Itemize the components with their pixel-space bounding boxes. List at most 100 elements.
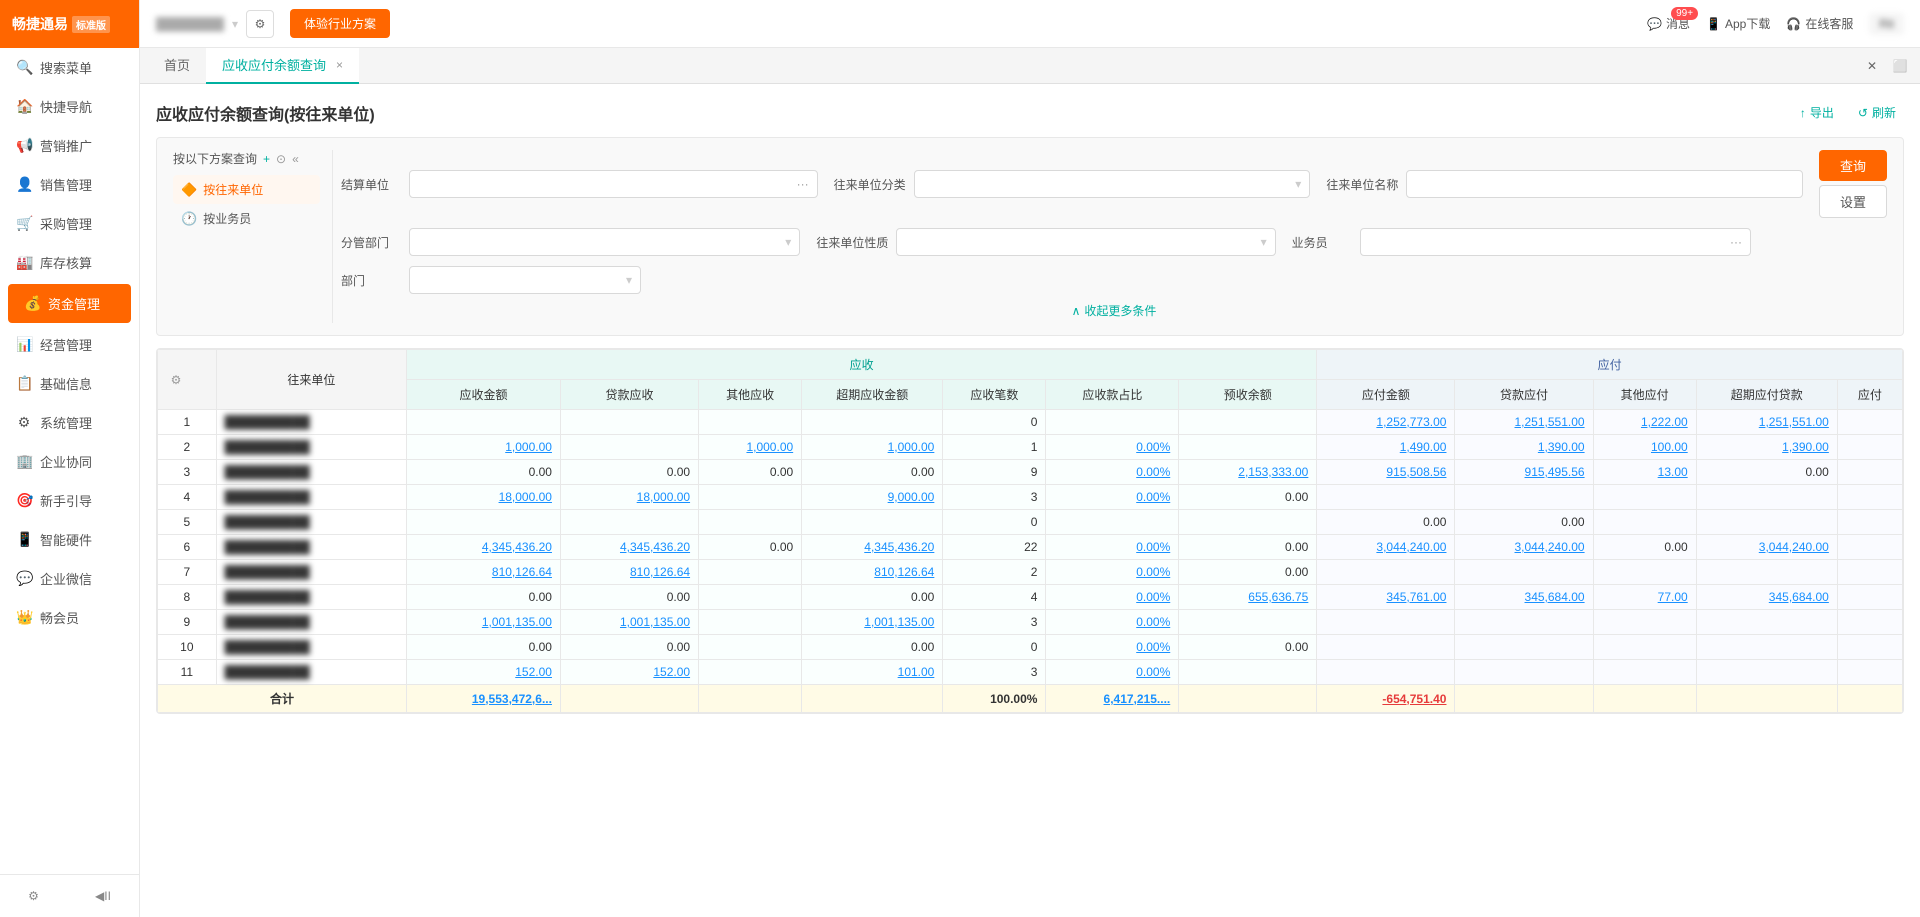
cell-ar_prepaid[interactable]: 2,153,333.00 [1179, 460, 1317, 485]
app-download-btn[interactable]: 📱 App下载 [1706, 15, 1770, 32]
value-link[interactable]: 1,000.00 [505, 440, 552, 454]
value-link[interactable]: 1,001,135.00 [864, 615, 934, 629]
collapse-btn[interactable]: ∧ 收起更多条件 [341, 298, 1887, 323]
value-link[interactable]: 9,000.00 [888, 490, 935, 504]
cell-ap_loan[interactable]: 1,390.00 [1455, 435, 1593, 460]
value-link[interactable]: 0.00% [1136, 465, 1170, 479]
cell-ar_amount[interactable]: 152.00 [406, 660, 560, 685]
add-scheme-btn[interactable]: + [263, 152, 270, 166]
value-link[interactable]: 0.00% [1136, 615, 1170, 629]
cell-ar_amount[interactable]: 810,126.64 [406, 560, 560, 585]
cell-ap_amount[interactable]: 915,508.56 [1317, 460, 1455, 485]
sidebar-item-quick-nav[interactable]: 🏠快捷导航 [0, 87, 139, 126]
cell-ap_other[interactable]: 1,222.00 [1593, 410, 1696, 435]
cell-ap_loan[interactable]: 3,044,240.00 [1455, 535, 1593, 560]
cell-ar_ratio[interactable]: 0.00% [1046, 635, 1179, 660]
cell-ar_ratio[interactable]: 0.00% [1046, 585, 1179, 610]
notification-btn[interactable]: 💬 消息 99+ [1647, 15, 1690, 32]
value-link[interactable]: 1,390.00 [1538, 440, 1585, 454]
cell-ar_ratio[interactable]: 0.00% [1046, 660, 1179, 685]
query-btn[interactable]: 查询 [1819, 150, 1887, 181]
sidebar-item-sales[interactable]: 👤销售管理 [0, 165, 139, 204]
value-link[interactable]: 810,126.64 [492, 565, 552, 579]
cell-ar_ratio[interactable]: 0.00% [1046, 485, 1179, 510]
cell-ar_prepaid[interactable]: 655,636.75 [1179, 585, 1317, 610]
dept-manager-input[interactable]: ▾ [409, 228, 800, 256]
sidebar-item-basic[interactable]: 📋基础信息 [0, 364, 139, 403]
industry-solution-btn[interactable]: 体验行业方案 [290, 9, 390, 38]
tab-close-ar-ap-query[interactable]: × [336, 58, 343, 72]
cell-ar_overdue[interactable]: 101.00 [802, 660, 943, 685]
partner-name-input[interactable] [1406, 170, 1803, 198]
value-link[interactable]: 18,000.00 [499, 490, 552, 504]
cell-ar_overdue[interactable]: 1,001,135.00 [802, 610, 943, 635]
online-service-btn[interactable]: 🎧 在线客服 [1786, 15, 1853, 32]
value-link[interactable]: 655,636.75 [1248, 590, 1308, 604]
tab-ar-ap-query[interactable]: 应收应付余额查询× [206, 48, 359, 84]
value-link[interactable]: 810,126.64 [874, 565, 934, 579]
cell-ap_loan[interactable]: 1,251,551.00 [1455, 410, 1593, 435]
value-link[interactable]: 18,000.00 [637, 490, 690, 504]
cell-ar_overdue[interactable]: 810,126.64 [802, 560, 943, 585]
cell-ar_overdue[interactable]: 1,000.00 [802, 435, 943, 460]
cell-ar_loan[interactable]: 810,126.64 [560, 560, 698, 585]
sidebar-item-smart[interactable]: 📱智能硬件 [0, 520, 139, 559]
value-link[interactable]: 1,251,551.00 [1515, 415, 1585, 429]
refresh-btn[interactable]: ↺ 刷新 [1850, 100, 1904, 125]
value-link[interactable]: 152.00 [515, 665, 552, 679]
tab-home[interactable]: 首页 [148, 48, 206, 84]
cell-ap_other[interactable]: 13.00 [1593, 460, 1696, 485]
value-link[interactable]: 0.00% [1136, 490, 1170, 504]
settings-gear-btn[interactable]: ⚙ [246, 10, 274, 38]
value-link[interactable]: 1,222.00 [1641, 415, 1688, 429]
cell-ap_amount[interactable]: 1,490.00 [1317, 435, 1455, 460]
value-link[interactable]: 0.00% [1136, 665, 1170, 679]
sidebar-settings-btn[interactable]: ⚙ [16, 883, 51, 909]
scheme-collapse-btn[interactable]: « [292, 152, 299, 166]
value-link[interactable]: 345,761.00 [1386, 590, 1446, 604]
cell-ar_ratio[interactable]: 0.00% [1046, 560, 1179, 585]
sidebar-item-system[interactable]: ⚙系统管理 [0, 403, 139, 442]
value-link[interactable]: 100.00 [1651, 440, 1688, 454]
value-link[interactable]: 3,044,240.00 [1759, 540, 1829, 554]
value-link[interactable]: 810,126.64 [630, 565, 690, 579]
value-link[interactable]: 1,001,135.00 [482, 615, 552, 629]
cell-ap_amount[interactable]: 345,761.00 [1317, 585, 1455, 610]
cell-ap_loan[interactable]: 345,684.00 [1455, 585, 1593, 610]
footer-cell[interactable]: 19,553,472,6... [406, 685, 560, 713]
tab-maximize-btn[interactable]: ⬜ [1888, 54, 1912, 78]
cell-ap_loan[interactable]: 915,495.56 [1455, 460, 1593, 485]
settlement-unit-input[interactable]: ··· [409, 170, 818, 198]
value-link[interactable]: 345,684.00 [1525, 590, 1585, 604]
cell-ar_loan[interactable]: 18,000.00 [560, 485, 698, 510]
value-link[interactable]: 77.00 [1658, 590, 1688, 604]
cell-ar_ratio[interactable]: 0.00% [1046, 610, 1179, 635]
cell-ap_amount[interactable]: 1,252,773.00 [1317, 410, 1455, 435]
value-link[interactable]: 1,000.00 [888, 440, 935, 454]
value-link[interactable]: 152.00 [653, 665, 690, 679]
cell-ar_ratio[interactable]: 0.00% [1046, 460, 1179, 485]
sidebar-collapse-btn[interactable]: ◀II [83, 883, 123, 909]
value-link[interactable]: 0.00% [1136, 640, 1170, 654]
value-link[interactable]: 4,345,436.20 [482, 540, 552, 554]
value-link[interactable]: 0.00% [1136, 565, 1170, 579]
cell-ap_overdue[interactable]: 345,684.00 [1696, 585, 1837, 610]
value-link[interactable]: 3,044,240.00 [1376, 540, 1446, 554]
salesman-input[interactable]: ··· [1360, 228, 1751, 256]
cell-ar_amount[interactable]: 18,000.00 [406, 485, 560, 510]
value-link[interactable]: 1,252,773.00 [1376, 415, 1446, 429]
value-link[interactable]: 1,490.00 [1400, 440, 1447, 454]
sidebar-item-purchase[interactable]: 🛒采购管理 [0, 204, 139, 243]
cell-ap_other[interactable]: 100.00 [1593, 435, 1696, 460]
cell-ar_overdue[interactable]: 4,345,436.20 [802, 535, 943, 560]
col-settings-icon[interactable]: ⚙ [166, 370, 186, 390]
sidebar-item-finance[interactable]: 💰资金管理 [8, 284, 131, 323]
sidebar-item-marketing[interactable]: 📢营销推广 [0, 126, 139, 165]
sidebar-item-search-menu[interactable]: 🔍搜索菜单 [0, 48, 139, 87]
cell-ar_overdue[interactable]: 9,000.00 [802, 485, 943, 510]
scheme-by-partner[interactable]: 🔶按往来单位 [173, 175, 320, 204]
cell-ap_overdue[interactable]: 1,390.00 [1696, 435, 1837, 460]
value-link[interactable]: 1,390.00 [1782, 440, 1829, 454]
salesman-dots[interactable]: ··· [1730, 235, 1742, 249]
value-link[interactable]: 915,508.56 [1386, 465, 1446, 479]
